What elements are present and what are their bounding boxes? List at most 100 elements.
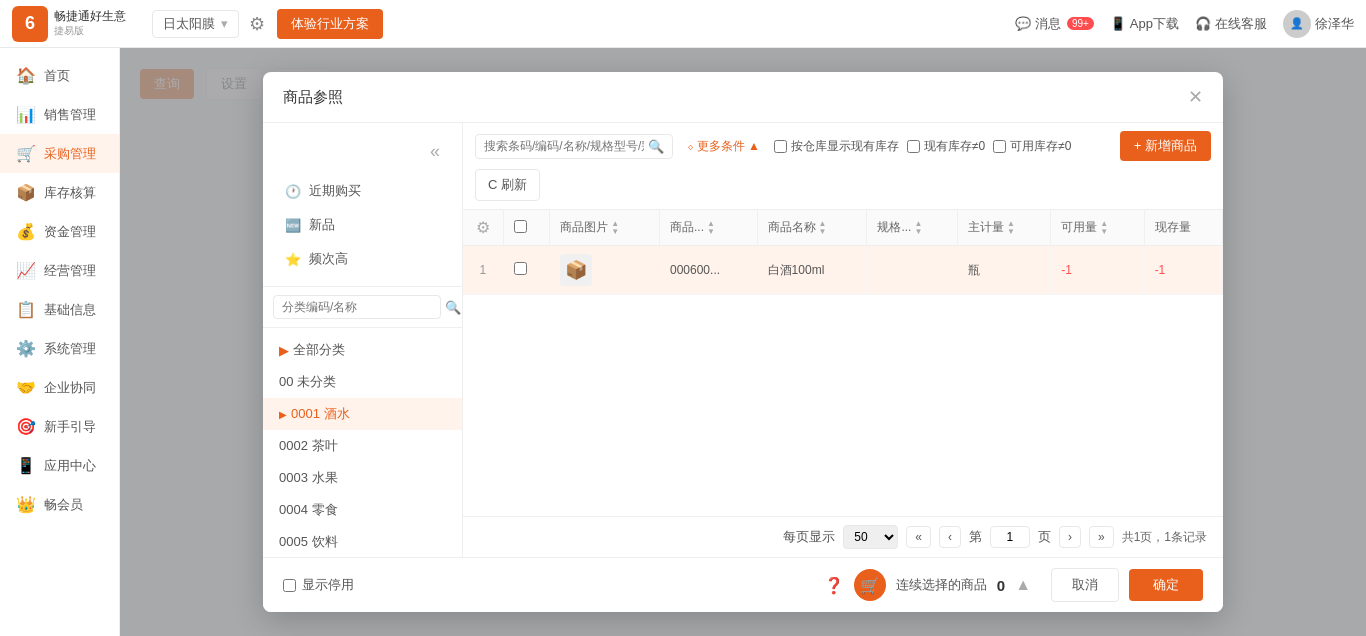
th-available: 可用量▲▼ (1051, 210, 1144, 246)
app-download-label: App下载 (1130, 15, 1179, 33)
row-num: 1 (463, 246, 503, 295)
basic-info-icon: 📋 (16, 300, 36, 319)
chevron-down-icon: ▾ (221, 16, 228, 31)
category-0002[interactable]: 0002 茶叶 (263, 430, 462, 462)
frequent-label: 频次高 (309, 250, 348, 268)
row-image: 📦 (550, 246, 660, 295)
cart-icon[interactable]: 🛒 (854, 569, 886, 601)
right-panel: 🔍 ⬦ 更多条件 ▲ 按仓库显示现有库存 (463, 123, 1223, 557)
row-checkbox[interactable] (503, 246, 550, 295)
sidebar: 🏠 首页 📊 销售管理 🛒 采购管理 📦 库存核算 💰 资金管理 📈 经营管理 … (0, 48, 120, 636)
sidebar-item-finance[interactable]: 💰 资金管理 (0, 212, 119, 251)
modal-footer: 显示停用 ❓ 🛒 连续选择的商品 0 ▲ 取消 确定 (263, 557, 1223, 612)
sidebar-item-system[interactable]: ⚙️ 系统管理 (0, 329, 119, 368)
category-list: ▶ 全部分类 00 未分类 ▶ 0001 酒水 0002 茶 (263, 328, 462, 557)
sidebar-item-home[interactable]: 🏠 首页 (0, 56, 119, 95)
quick-access: « 🕐 近期购买 🆕 新品 ⭐ (263, 123, 462, 287)
product-image: 📦 (560, 254, 592, 286)
product-table-area: ⚙ 商品图片▲▼ 商品...▲▼ (463, 210, 1223, 516)
recent-purchase-label: 近期购买 (309, 182, 361, 200)
category-0005[interactable]: 0005 饮料 (263, 526, 462, 557)
logo-sub: 捷易版 (54, 24, 126, 38)
avatar: 👤 (1283, 10, 1311, 38)
branch-selector[interactable]: 日太阳膜 ▾ (152, 10, 239, 38)
stock-neq0-checkbox[interactable]: 现有库存≠0 (907, 138, 985, 155)
product-search-icon[interactable]: 🔍 (648, 139, 664, 154)
first-page-button[interactable]: « (906, 526, 931, 548)
next-page-button[interactable]: › (1059, 526, 1081, 548)
page-number-input[interactable] (990, 526, 1030, 548)
category-all[interactable]: ▶ 全部分类 (263, 334, 462, 366)
user-button[interactable]: 👤 徐泽华 (1283, 10, 1354, 38)
show-disabled-label: 显示停用 (302, 576, 354, 594)
cat-0005-label: 0005 饮料 (279, 533, 338, 551)
cat-00-label: 00 未分类 (279, 373, 336, 391)
show-disabled-checkbox[interactable]: 显示停用 (283, 576, 354, 594)
per-page-select[interactable]: 20 50 100 (843, 525, 898, 549)
home-icon: 🏠 (16, 66, 36, 85)
recent-purchase-item[interactable]: 🕐 近期购买 (273, 174, 452, 208)
gear-icon[interactable]: ⚙ (249, 13, 265, 35)
th-product-image: 商品图片▲▼ (550, 210, 660, 246)
modal-body: « 🕐 近期购买 🆕 新品 ⭐ (263, 123, 1223, 557)
cart-area: ❓ 🛒 连续选择的商品 0 ▲ (824, 569, 1031, 601)
total-pages-info: 共1页，1条记录 (1122, 529, 1207, 546)
new-product-item[interactable]: 🆕 新品 (273, 208, 452, 242)
app-download-button[interactable]: 📱 App下载 (1110, 15, 1179, 33)
sidebar-item-inventory[interactable]: 📦 库存核算 (0, 173, 119, 212)
row-spec (867, 246, 958, 295)
sidebar-item-purchase[interactable]: 🛒 采购管理 (0, 134, 119, 173)
membership-icon: 👑 (16, 495, 36, 514)
frequent-item[interactable]: ⭐ 频次高 (273, 242, 452, 276)
add-product-button[interactable]: + 新增商品 (1120, 131, 1211, 161)
sidebar-label-membership: 畅会员 (44, 496, 83, 514)
sidebar-label-cooperation: 企业协同 (44, 379, 96, 397)
confirm-button[interactable]: 确定 (1129, 569, 1203, 601)
sidebar-label-inventory: 库存核算 (44, 184, 96, 202)
sidebar-item-app-center[interactable]: 📱 应用中心 (0, 446, 119, 485)
sidebar-item-membership[interactable]: 👑 畅会员 (0, 485, 119, 524)
help-icon[interactable]: ❓ (824, 576, 844, 595)
more-filter-button[interactable]: ⬦ 更多条件 ▲ (681, 134, 766, 159)
table-row[interactable]: 1 📦 000600... 白酒100ml 瓶 (463, 246, 1223, 295)
prev-page-button[interactable]: ‹ (939, 526, 961, 548)
category-0004[interactable]: 0004 零食 (263, 494, 462, 526)
th-product-name: 商品名称▲▼ (757, 210, 867, 246)
panel-collapse-button[interactable]: « (418, 133, 452, 170)
collapse-cart-icon[interactable]: ▲ (1015, 576, 1031, 594)
cat-0003-label: 0003 水果 (279, 469, 338, 487)
category-search-input[interactable] (273, 295, 441, 319)
category-0003[interactable]: 0003 水果 (263, 462, 462, 494)
sidebar-label-app-center: 应用中心 (44, 457, 96, 475)
sidebar-label-home: 首页 (44, 67, 70, 85)
trial-button[interactable]: 体验行业方案 (277, 9, 383, 39)
chevron-up-icon: ▲ (748, 139, 760, 153)
table-settings-icon[interactable]: ⚙ (463, 210, 503, 246)
row-unit: 瓶 (958, 246, 1051, 295)
sidebar-item-business[interactable]: 📈 经营管理 (0, 251, 119, 290)
category-0001[interactable]: ▶ 0001 酒水 (263, 398, 462, 430)
refresh-button[interactable]: C 刷新 (475, 169, 540, 201)
last-page-button[interactable]: » (1089, 526, 1114, 548)
select-all-checkbox[interactable] (514, 220, 527, 233)
sidebar-item-guide[interactable]: 🎯 新手引导 (0, 407, 119, 446)
available-neq0-checkbox[interactable]: 可用库存≠0 (993, 138, 1071, 155)
per-page-label: 每页显示 (783, 528, 835, 546)
modal-close-button[interactable]: ✕ (1188, 86, 1203, 108)
product-reference-modal: 商品参照 ✕ « 🕐 近期购买 (263, 72, 1223, 612)
username-label: 徐泽华 (1315, 15, 1354, 33)
sidebar-item-basic-info[interactable]: 📋 基础信息 (0, 290, 119, 329)
logo-area: 6 畅捷通好生意 捷易版 (12, 6, 132, 42)
category-00[interactable]: 00 未分类 (263, 366, 462, 398)
online-service-button[interactable]: 🎧 在线客服 (1195, 15, 1267, 33)
filter-icon: ⬦ (687, 139, 694, 153)
product-search-input[interactable] (484, 139, 644, 153)
warehouse-display-checkbox[interactable]: 按仓库显示现有库存 (774, 138, 899, 155)
cancel-button[interactable]: 取消 (1051, 568, 1119, 602)
sidebar-label-basic-info: 基础信息 (44, 301, 96, 319)
sidebar-item-sales[interactable]: 📊 销售管理 (0, 95, 119, 134)
category-search-icon[interactable]: 🔍 (445, 300, 461, 315)
sidebar-item-cooperation[interactable]: 🤝 企业协同 (0, 368, 119, 407)
clock-icon: 🕐 (285, 184, 301, 199)
message-button[interactable]: 💬 消息 99+ (1015, 15, 1094, 33)
